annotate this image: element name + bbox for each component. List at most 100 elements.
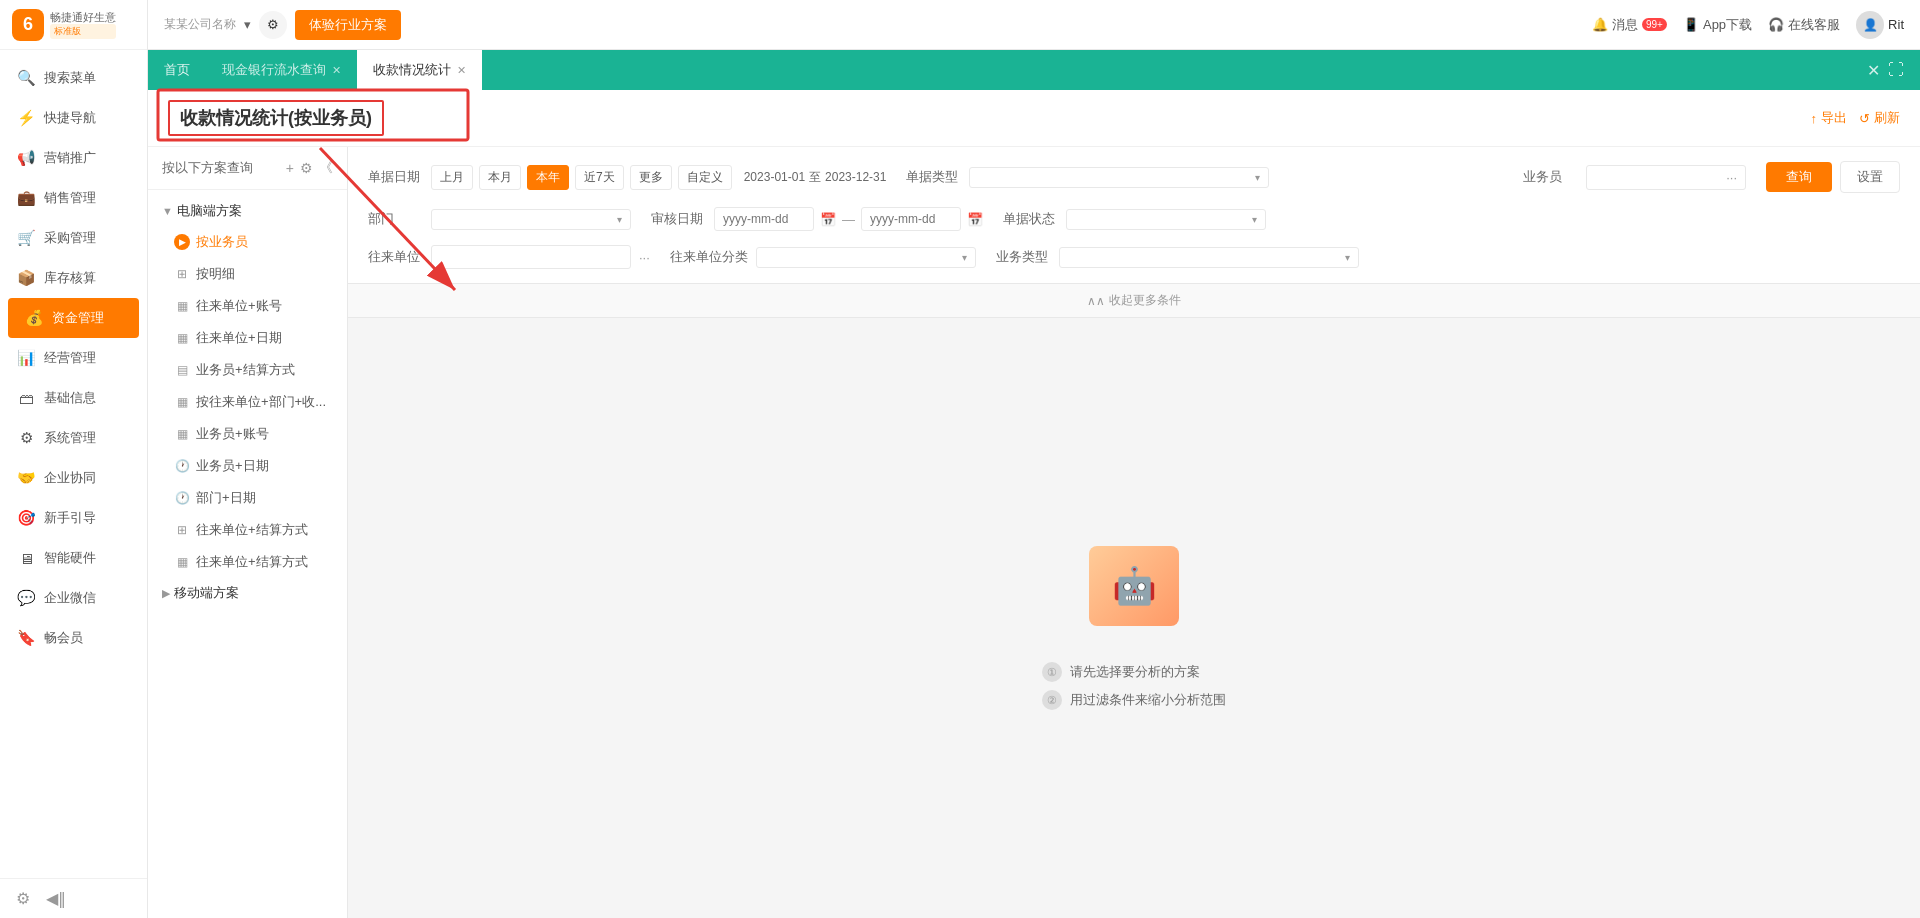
add-scheme-btn[interactable]: + (286, 160, 294, 176)
date-preset-this-year[interactable]: 本年 (527, 165, 569, 190)
doc-status-select[interactable]: ▾ (1066, 209, 1266, 230)
scheme-item-dept-date[interactable]: 🕐 部门+日期 (148, 482, 347, 514)
dept-select[interactable]: ▾ (431, 209, 631, 230)
sidebar-item-basic-info[interactable]: 🗃 基础信息 (0, 378, 147, 418)
scheme-item-by-salesperson[interactable]: ▶ 按业务员 (148, 226, 347, 258)
export-btn[interactable]: ↑ 导出 (1811, 109, 1848, 127)
tab-collection-stats-label: 收款情况统计 (373, 61, 451, 79)
window-close-btn[interactable]: ✕ (1867, 61, 1880, 80)
refresh-label: 刷新 (1874, 109, 1900, 127)
sidebar-item-smart-hw[interactable]: 🖥 智能硬件 (0, 538, 147, 578)
sidebar-item-inventory[interactable]: 📦 库存核算 (0, 258, 147, 298)
trial-industry-btn[interactable]: 体验行业方案 (295, 10, 401, 40)
partner-more-icon[interactable]: ··· (639, 250, 650, 265)
sidebar-menu: 🔍 搜索菜单 ⚡ 快捷导航 📢 营销推广 💼 销售管理 🛒 采购管理 📦 库存核… (0, 50, 147, 878)
scheme-group-desktop-header[interactable]: ▼ 电脑端方案 (148, 196, 347, 226)
filter-row-1: 单据日期 上月 本月 本年 近7天 更多 自定义 2023-01-01 (368, 161, 1900, 193)
filter-settings-btn[interactable]: 设置 (1840, 161, 1900, 193)
scheme-item-salesperson-settle[interactable]: ▤ 业务员+结算方式 (148, 354, 347, 386)
data-placeholder: 🤖 ① 请先选择要分析的方案 ② 用过滤条件来缩小分析范围 (1042, 526, 1226, 710)
more-options-icon[interactable]: ··· (1726, 170, 1737, 185)
sidebar-item-system[interactable]: ⚙ 系统管理 (0, 418, 147, 458)
sidebar-item-sales[interactable]: 💼 销售管理 (0, 178, 147, 218)
audit-date-from[interactable] (714, 207, 814, 231)
header-settings-btn[interactable]: ⚙ (259, 11, 287, 39)
sidebar-item-operations[interactable]: 📊 经营管理 (0, 338, 147, 378)
scheme-item-label: 往来单位+结算方式 (196, 553, 308, 571)
collapse-panel-btn[interactable]: 《 (319, 159, 333, 177)
date-preset-custom[interactable]: 自定义 (678, 165, 732, 190)
salesperson-select[interactable]: ··· (1586, 165, 1746, 190)
filter-date-item: 单据日期 上月 本月 本年 近7天 更多 自定义 2023-01-01 (368, 165, 886, 190)
scheme-group-mobile-header[interactable]: ▶ 移动端方案 (148, 578, 347, 608)
biz-type-select[interactable]: ▾ (1059, 247, 1359, 268)
calendar-icon[interactable]: 📅 (820, 212, 836, 227)
scheme-item-partner-settle2[interactable]: ▦ 往来单位+结算方式 (148, 546, 347, 578)
sidebar-item-label: 畅会员 (44, 629, 83, 647)
date-preset-7days[interactable]: 近7天 (575, 165, 624, 190)
scheme-item-partner-date[interactable]: ▦ 往来单位+日期 (148, 322, 347, 354)
sidebar-item-label: 采购管理 (44, 229, 96, 247)
salesperson-active-icon: ▶ (174, 234, 190, 250)
sidebar-item-enterprise-wechat[interactable]: 💬 企业微信 (0, 578, 147, 618)
tab-home[interactable]: 首页 (148, 50, 206, 90)
top-header: 某某公司名称 ▾ ⚙ 体验行业方案 🔔 消息 99+ 📱 App下载 🎧 在线客… (148, 0, 1920, 50)
partner-input[interactable] (431, 245, 631, 269)
sidebar-item-search-menu[interactable]: 🔍 搜索菜单 (0, 58, 147, 98)
scheme-item-partner-dept-collect[interactable]: ▦ 按往来单位+部门+收... (148, 386, 347, 418)
scheme-item-salesperson-date[interactable]: 🕐 业务员+日期 (148, 450, 347, 482)
settings-bottom-icon[interactable]: ⚙ (16, 889, 30, 908)
app-download-icon: 📱 (1683, 17, 1699, 32)
query-btn[interactable]: 查询 (1766, 162, 1832, 192)
tab-collection-stats[interactable]: 收款情况统计 ✕ (357, 50, 482, 90)
date-preset-more[interactable]: 更多 (630, 165, 672, 190)
window-maximize-btn[interactable]: ⛶ (1888, 61, 1904, 79)
online-service-btn[interactable]: 🎧 在线客服 (1768, 16, 1840, 34)
user-area[interactable]: 👤 Rit (1856, 11, 1904, 39)
doctype-select[interactable]: ▾ (969, 167, 1269, 188)
scheme-item-label: 部门+日期 (196, 489, 256, 507)
purchase-icon: 🛒 (16, 228, 36, 248)
page-actions: ↑ 导出 ↺ 刷新 (1811, 109, 1901, 127)
chevron-up-icon: ∧∧ (1087, 294, 1105, 308)
scheme-item-partner-settle1[interactable]: ⊞ 往来单位+结算方式 (148, 514, 347, 546)
service-icon: 🎧 (1768, 17, 1784, 32)
sidebar-item-purchase[interactable]: 🛒 采购管理 (0, 218, 147, 258)
scheme-settings-btn[interactable]: ⚙ (300, 160, 313, 176)
scheme-item-by-detail[interactable]: ⊞ 按明细 (148, 258, 347, 290)
messages-btn[interactable]: 🔔 消息 99+ (1592, 16, 1667, 34)
sidebar-item-vip[interactable]: 🔖 畅会员 (0, 618, 147, 658)
date-preset-this-month[interactable]: 本月 (479, 165, 521, 190)
collapse-sidebar-icon[interactable]: ◀‖ (46, 889, 66, 908)
tab-bank-flow-close[interactable]: ✕ (332, 64, 341, 77)
company-dropdown[interactable]: ▾ (244, 17, 251, 32)
date-range-display: 2023-01-01 至 2023-12-31 (744, 169, 887, 186)
calendar-icon-2[interactable]: 📅 (967, 212, 983, 227)
sidebar-item-guide[interactable]: 🎯 新手引导 (0, 498, 147, 538)
scheme-group-mobile: ▶ 移动端方案 (148, 578, 347, 608)
logo-app-name: 畅捷通好生意 (50, 10, 116, 24)
audit-date-dash: — (842, 212, 855, 227)
date-preset-last-month[interactable]: 上月 (431, 165, 473, 190)
scheme-item-partner-account[interactable]: ▦ 往来单位+账号 (148, 290, 347, 322)
scheme-item-salesperson-account[interactable]: ▦ 业务员+账号 (148, 418, 347, 450)
filter-partner-item: 往来单位 ··· (368, 245, 650, 269)
sidebar-item-label: 快捷导航 (44, 109, 96, 127)
partner-category-select[interactable]: ▾ (756, 247, 976, 268)
tip-number-2: ② (1042, 690, 1062, 710)
desktop-group-arrow: ▼ (162, 205, 173, 217)
collapse-more-btn[interactable]: ∧∧ 收起更多条件 (348, 284, 1920, 318)
refresh-btn[interactable]: ↺ 刷新 (1859, 109, 1900, 127)
message-icon: 🔔 (1592, 17, 1608, 32)
doc-status-label: 单据状态 (1003, 210, 1058, 228)
sidebar-item-finance[interactable]: 💰 资金管理 (8, 298, 139, 338)
tab-collection-stats-close[interactable]: ✕ (457, 64, 466, 77)
audit-date-to[interactable] (861, 207, 961, 231)
sidebar-item-marketing[interactable]: 📢 营销推广 (0, 138, 147, 178)
tab-window-btns: ✕ ⛶ (1867, 61, 1920, 80)
app-download-btn[interactable]: 📱 App下载 (1683, 16, 1752, 34)
sidebar-item-quick-nav[interactable]: ⚡ 快捷导航 (0, 98, 147, 138)
sidebar-item-cooperation[interactable]: 🤝 企业协同 (0, 458, 147, 498)
tab-bank-flow[interactable]: 现金银行流水查询 ✕ (206, 50, 357, 90)
date-separator: 至 (809, 169, 821, 186)
